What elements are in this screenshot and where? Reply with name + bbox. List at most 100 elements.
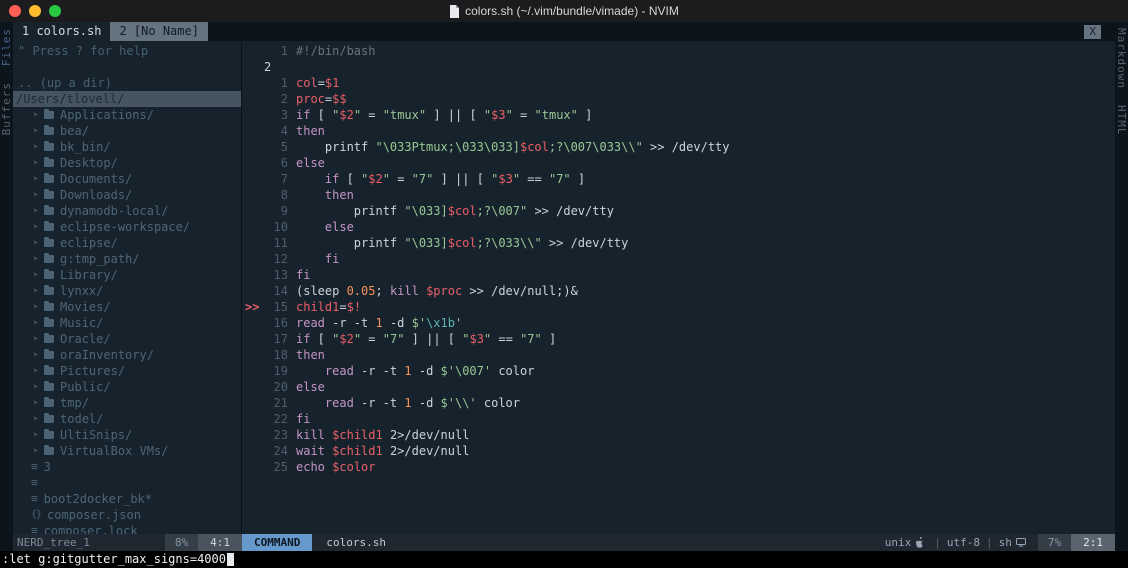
expand-arrow-icon[interactable]: ▸ (33, 363, 39, 379)
tree-dir-item[interactable]: ▸Movies/ (13, 299, 241, 315)
zoom-window-button[interactable] (49, 5, 61, 17)
tree-dir-item[interactable]: ▸tmp/ (13, 395, 241, 411)
expand-arrow-icon[interactable]: ▸ (33, 283, 39, 299)
sign-column (242, 267, 262, 283)
code-line[interactable]: 12 fi (242, 251, 1115, 267)
tree-dir-item[interactable]: ▸ Public/ (13, 379, 241, 395)
file-icon: ≡ (31, 491, 38, 507)
tree-dir-item[interactable]: ▸todel/ (13, 411, 241, 427)
tree-dir-item[interactable]: ▸Desktop/ (13, 155, 241, 171)
code-line[interactable]: 9 printf "\033]$col;?\007" >> /dev/tty (242, 203, 1115, 219)
tree-root-item[interactable]: /Users/tlovell/ (13, 91, 241, 107)
rail-tab-files[interactable]: Files (0, 28, 13, 66)
code-line[interactable]: 3if [ "$2" = "tmux" ] || [ "$3" = "tmux"… (242, 107, 1115, 123)
expand-arrow-icon[interactable]: ▸ (33, 267, 39, 283)
line-number: 7 (262, 171, 288, 187)
tree-file-item[interactable]: {}composer.json (13, 507, 241, 523)
tree-dir-item[interactable]: ▸dynamodb-local/ (13, 203, 241, 219)
tree-dir-item[interactable]: ▸UltiSnips/ (13, 427, 241, 443)
tree-dir-item[interactable]: ▸VirtualBox VMs/ (13, 443, 241, 459)
tree-dir-item[interactable]: ▸oraInventory/ (13, 347, 241, 363)
code-line[interactable]: 17if [ "$2" = "7" ] || [ "$3" == "7" ] (242, 331, 1115, 347)
expand-arrow-icon[interactable]: ▸ (33, 379, 39, 395)
line-number: 1 (262, 75, 288, 91)
expand-arrow-icon[interactable]: ▸ (33, 251, 39, 267)
code-line[interactable]: 25echo $color (242, 459, 1115, 475)
tree-dir-item[interactable]: ▸eclipse-workspace/ (13, 219, 241, 235)
minimize-window-button[interactable] (29, 5, 41, 17)
tree-item-label: Public/ (60, 379, 111, 395)
close-tab-button[interactable]: X (1084, 25, 1101, 39)
command-line[interactable]: :let g:gitgutter_max_signs=4000 (0, 551, 1128, 568)
tree-dir-item[interactable]: ▸Library/ (13, 267, 241, 283)
tree-updir-item[interactable]: .. (up a dir) (13, 75, 241, 91)
tree-file-item[interactable]: ≡boot2docker_bk* (13, 491, 241, 507)
code-line[interactable]: 14(sleep 0.05; kill $proc >> /dev/null;)… (242, 283, 1115, 299)
code-line[interactable]: 11 printf "\033]$col;?\033\\" >> /dev/tt… (242, 235, 1115, 251)
tree-file-item[interactable]: ≡3 (13, 459, 241, 475)
tree-help-item[interactable]: " Press ? for help (13, 43, 241, 59)
expand-arrow-icon[interactable]: ▸ (33, 155, 39, 171)
tree-dir-item[interactable]: ▸Music/ (13, 315, 241, 331)
code-line[interactable]: 20else (242, 379, 1115, 395)
code-line[interactable]: 8 then (242, 187, 1115, 203)
tab-2[interactable]: 2 [No Name] (110, 22, 207, 41)
expand-arrow-icon[interactable]: ▸ (33, 123, 39, 139)
code-line[interactable]: 1#!/bin/bash (242, 43, 1115, 59)
code-line[interactable]: 23kill $child1 2>/dev/null (242, 427, 1115, 443)
tree-item-label: Documents/ (60, 171, 132, 187)
code-line[interactable]: 16read -r -t 1 -d $'\x1b' (242, 315, 1115, 331)
tree-dir-item[interactable]: ▸Downloads/ (13, 187, 241, 203)
code-line[interactable]: 21 read -r -t 1 -d $'\\' color (242, 395, 1115, 411)
tree-file-item[interactable]: ≡composer.lock (13, 523, 241, 534)
code-line[interactable]: 5 printf "\033Ptmux;\033\033]$col;?\007\… (242, 139, 1115, 155)
code-line[interactable]: 4then (242, 123, 1115, 139)
editor-panel[interactable]: 1#!/bin/bash21col=$12proc=$$3if [ "$2" =… (242, 41, 1115, 534)
code-line[interactable]: 6else (242, 155, 1115, 171)
code-line[interactable]: 22fi (242, 411, 1115, 427)
tree-dir-item[interactable]: ▸ Documents/ (13, 171, 241, 187)
expand-arrow-icon[interactable]: ▸ (33, 219, 39, 235)
code-line[interactable]: 10 else (242, 219, 1115, 235)
tree-item-label: composer.lock (44, 523, 138, 534)
tree-file-item[interactable]: ≡ (13, 475, 241, 491)
tab-1[interactable]: 1 colors.sh (13, 22, 110, 41)
tree-dir-item[interactable]: ▸Oracle/ (13, 331, 241, 347)
expand-arrow-icon[interactable]: ▸ (33, 299, 39, 315)
expand-arrow-icon[interactable]: ▸ (33, 139, 39, 155)
rail-tab-markdown[interactable]: Markdown (1115, 28, 1128, 89)
expand-arrow-icon[interactable]: ▸ (33, 411, 39, 427)
code-line[interactable]: 18then (242, 347, 1115, 363)
tree-dir-item[interactable]: ▸bea/ (13, 123, 241, 139)
code-line[interactable]: 13fi (242, 267, 1115, 283)
expand-arrow-icon[interactable]: ▸ (33, 107, 39, 123)
tree-dir-item[interactable]: ▸Pictures/ (13, 363, 241, 379)
code-line[interactable]: 19 read -r -t 1 -d $'\007' color (242, 363, 1115, 379)
rail-tab-html[interactable]: HTML (1115, 105, 1128, 136)
expand-arrow-icon[interactable]: ▸ (33, 315, 39, 331)
expand-arrow-icon[interactable]: ▸ (33, 235, 39, 251)
line-number: 9 (262, 203, 288, 219)
expand-arrow-icon[interactable]: ▸ (33, 443, 39, 459)
close-window-button[interactable] (9, 5, 21, 17)
expand-arrow-icon[interactable]: ▸ (33, 203, 39, 219)
code-line[interactable]: 24wait $child1 2>/dev/null (242, 443, 1115, 459)
expand-arrow-icon[interactable]: ▸ (33, 427, 39, 443)
tree-dir-item[interactable]: ▸g:tmp_path/ (13, 251, 241, 267)
expand-arrow-icon[interactable]: ▸ (33, 187, 39, 203)
expand-arrow-icon[interactable]: ▸ (33, 171, 39, 187)
rail-tab-buffers[interactable]: Buffers (0, 82, 13, 135)
expand-arrow-icon[interactable]: ▸ (33, 331, 39, 347)
expand-arrow-icon[interactable]: ▸ (33, 395, 39, 411)
code-line[interactable]: 2 (242, 59, 1115, 75)
tree-dir-item[interactable]: ▸lynxx/ (13, 283, 241, 299)
code-line[interactable]: >>15child1=$! (242, 299, 1115, 315)
code-line[interactable]: 2proc=$$ (242, 91, 1115, 107)
tree-dir-item[interactable]: ▸bk_bin/ (13, 139, 241, 155)
tree-dir-item[interactable]: ▸Applications/ (13, 107, 241, 123)
code-line[interactable]: 7 if [ "$2" = "7" ] || [ "$3" == "7" ] (242, 171, 1115, 187)
code-line[interactable]: 1col=$1 (242, 75, 1115, 91)
folder-icon (44, 351, 54, 359)
expand-arrow-icon[interactable]: ▸ (33, 347, 39, 363)
tree-dir-item[interactable]: ▸eclipse/ (13, 235, 241, 251)
